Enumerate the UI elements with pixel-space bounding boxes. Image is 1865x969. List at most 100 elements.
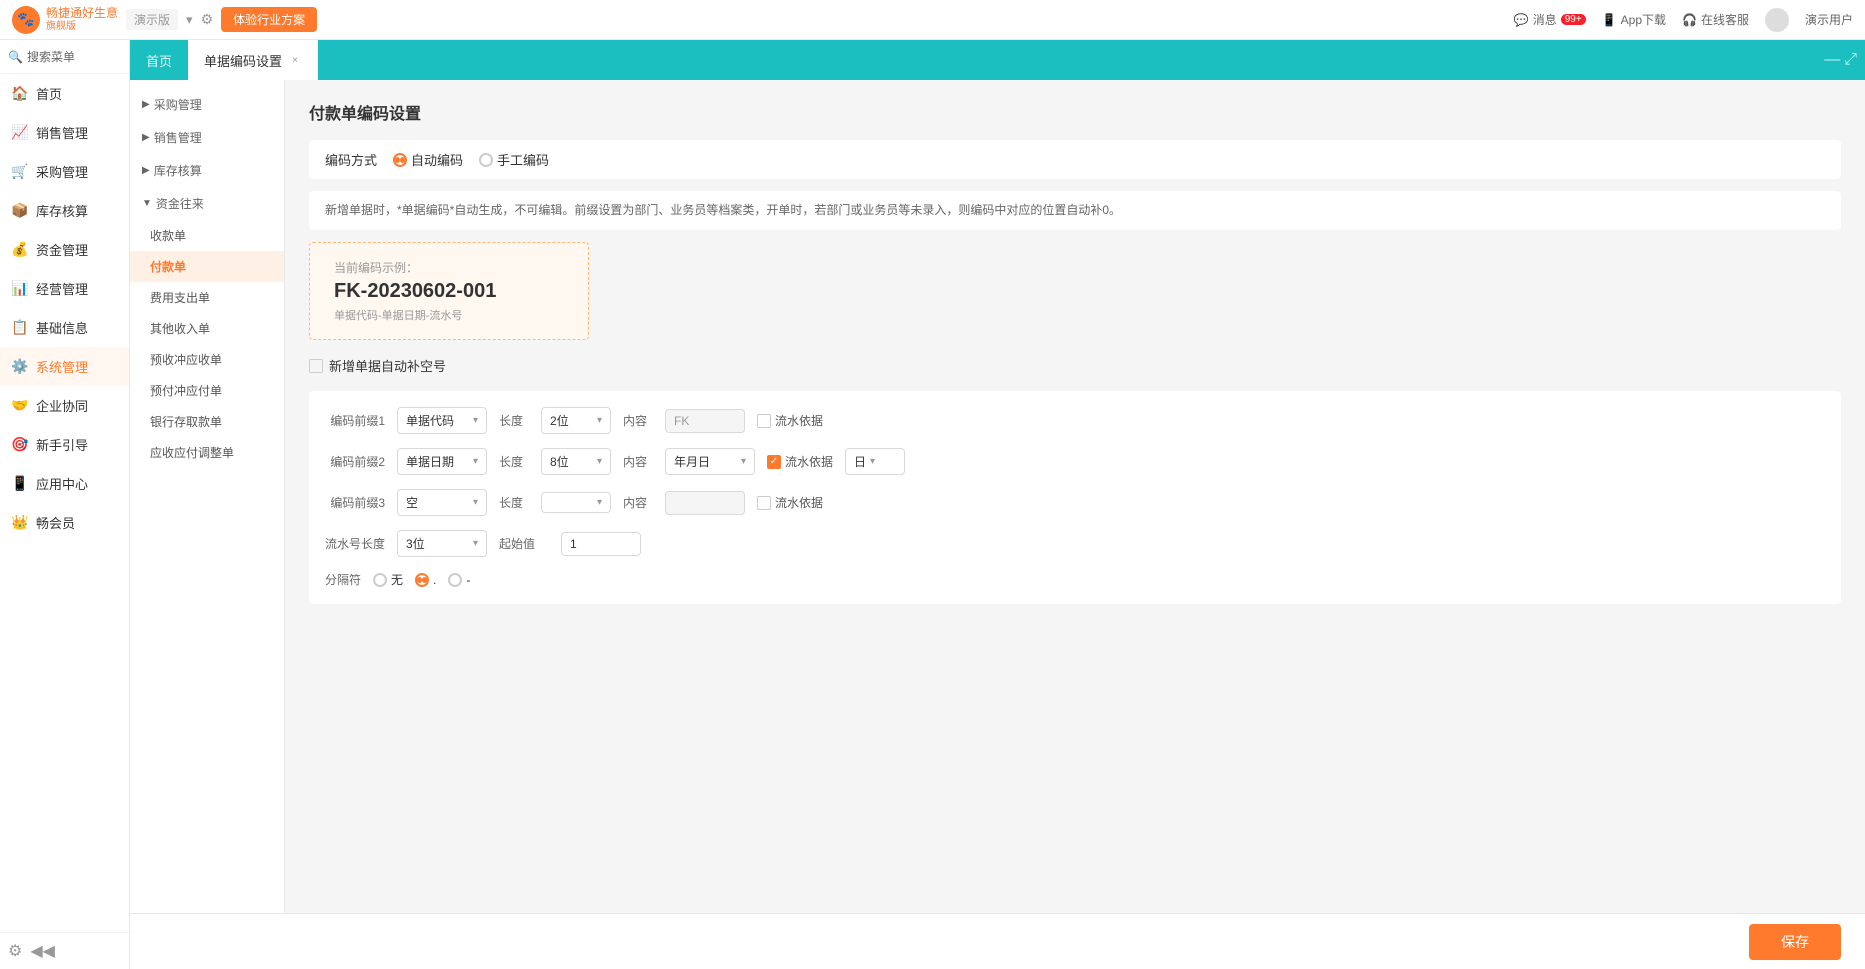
avatar[interactable]: [1765, 8, 1789, 32]
sidebar-item-basic[interactable]: 📋 基础信息: [0, 308, 129, 347]
service-btn[interactable]: 🎧 在线客服: [1682, 11, 1749, 28]
auto-fill-row: 新增单据自动补空号: [309, 356, 1841, 375]
prefix2-length-label: 长度: [499, 453, 529, 470]
sub-group-funds-header[interactable]: ▼ 资金往来: [130, 187, 284, 220]
prefix2-period-select[interactable]: 日 ▾: [845, 448, 905, 475]
sidebar-item-operation[interactable]: 📊 经营管理: [0, 269, 129, 308]
app-icon: 📱: [1602, 13, 1617, 27]
encoding-method-row: 编码方式 自动编码 手工编码: [309, 140, 1841, 179]
sub-item-receipt[interactable]: 收款单: [130, 220, 284, 251]
user-name[interactable]: 演示用户: [1805, 11, 1853, 28]
sidebar-item-guide[interactable]: 🎯 新手引导: [0, 425, 129, 464]
save-button[interactable]: 保存: [1749, 924, 1841, 960]
sub-item-ap-adjustment[interactable]: 应收应付调整单: [130, 437, 284, 468]
tab-encoding[interactable]: 单据编码设置 ×: [188, 40, 318, 80]
separator-dash-radio: [448, 573, 462, 587]
sidebar-bottom: ⚙ ◀◀: [0, 932, 129, 969]
sub-item-other-income[interactable]: 其他收入单: [130, 313, 284, 344]
auto-encode-radio[interactable]: 自动编码: [393, 150, 463, 169]
prefix3-length-select[interactable]: ▾: [541, 492, 611, 513]
sub-group-inventory-header[interactable]: ▶ 库存核算: [130, 154, 284, 187]
page-title: 付款单编码设置: [309, 100, 1841, 124]
arrow-right-icon2: ▶: [142, 132, 150, 143]
sub-item-bank-deposit[interactable]: 银行存取款单: [130, 406, 284, 437]
search-icon: 🔍: [8, 50, 23, 64]
sub-sidebar: ▶ 采购管理 ▶ 销售管理 ▶ 库存核算: [130, 80, 285, 913]
sidebar-item-member[interactable]: 👑 畅会员: [0, 503, 129, 542]
sidebar-item-apps[interactable]: 📱 应用中心: [0, 464, 129, 503]
prefix3-select[interactable]: 空 ▾: [397, 489, 487, 516]
auto-fill-checkbox[interactable]: [309, 359, 323, 373]
message-btn[interactable]: 💬 消息 99+: [1514, 11, 1586, 28]
code-preview-label: 当前编码示例：: [334, 259, 564, 276]
sidebar-item-enterprise[interactable]: 🤝 企业协同: [0, 386, 129, 425]
prefix1-content-input[interactable]: [665, 409, 745, 433]
tab-minimize-icon[interactable]: —: [1824, 51, 1840, 69]
prefix1-length-label: 长度: [499, 412, 529, 429]
sub-group-purchase-header[interactable]: ▶ 采购管理: [130, 88, 284, 121]
sub-item-payment[interactable]: 付款单: [130, 251, 284, 282]
code-preview-desc: 单据代码-单据日期-流水号: [334, 307, 564, 323]
basic-icon: 📋: [12, 320, 28, 336]
prefix3-label: 编码前缀3: [325, 494, 385, 511]
prefix3-select-arrow: ▾: [473, 497, 478, 508]
prefix3-length-arrow: ▾: [597, 497, 602, 508]
separator-none-option[interactable]: 无: [373, 571, 403, 588]
manual-encode-radio[interactable]: 手工编码: [479, 150, 549, 169]
sidebar-item-sales[interactable]: 📈 销售管理: [0, 113, 129, 152]
encoding-method-label: 编码方式: [325, 150, 377, 169]
prefix2-select[interactable]: 单据日期 ▾: [397, 448, 487, 475]
prefix1-select-arrow: ▾: [473, 415, 478, 426]
code-preview: 当前编码示例： FK-20230602-001 单据代码-单据日期-流水号: [309, 242, 589, 340]
prefix2-content-select[interactable]: 年月日 ▾: [665, 448, 755, 475]
logo: 🐾 畅捷通好生意 旗舰版: [12, 6, 118, 34]
tab-maximize-icon[interactable]: ⤢: [1844, 51, 1857, 69]
sidebar-item-inventory[interactable]: 📦 库存核算: [0, 191, 129, 230]
search-menu-btn[interactable]: 🔍 搜索菜单: [0, 40, 129, 74]
prefix1-serial-checkbox[interactable]: 流水依据: [757, 412, 823, 429]
industry-btn[interactable]: 体验行业方案: [221, 7, 317, 32]
prefix2-content-label: 内容: [623, 453, 653, 470]
arrow-down-icon: ▼: [142, 198, 152, 209]
topbar-left: 🐾 畅捷通好生意 旗舰版 演示版 ▾ ⚙ 体验行业方案: [12, 6, 317, 34]
sub-item-prepay-payable[interactable]: 预付冲应付单: [130, 375, 284, 406]
sub-group-sales: ▶ 销售管理: [130, 121, 284, 154]
serial-start-input[interactable]: [561, 532, 641, 556]
prefix2-label: 编码前缀2: [325, 453, 385, 470]
separator-dash-option[interactable]: -: [448, 573, 470, 587]
prefix2-serial-checkbox-box: ✓: [767, 455, 781, 469]
service-icon: 🎧: [1682, 13, 1697, 27]
prefix2-content-arrow: ▾: [741, 456, 746, 467]
collapse-icon[interactable]: ◀◀: [30, 941, 55, 961]
settings-icon[interactable]: ⚙: [201, 11, 214, 28]
prefix1-length-select[interactable]: 2位 ▾: [541, 407, 611, 434]
sub-group-inventory: ▶ 库存核算: [130, 154, 284, 187]
sidebar-item-home[interactable]: 🏠 首页: [0, 74, 129, 113]
company-selector[interactable]: 演示版: [126, 9, 178, 30]
prefix3-content-input[interactable]: [665, 491, 745, 515]
separator-dot-option[interactable]: .: [415, 573, 436, 587]
prefix1-row: 编码前缀1 单据代码 ▾ 长度 2位 ▾ 内容: [325, 407, 1825, 434]
prefix2-length-arrow: ▾: [597, 456, 602, 467]
prefix2-serial-checkbox[interactable]: ✓ 流水依据: [767, 453, 833, 470]
tab-close-encoding[interactable]: ×: [288, 53, 302, 67]
sub-item-prepay-receivable[interactable]: 预收冲应收单: [130, 344, 284, 375]
prefix3-serial-checkbox[interactable]: 流水依据: [757, 494, 823, 511]
operation-icon: 📊: [12, 281, 28, 297]
serial-length-label: 流水号长度: [325, 535, 385, 552]
sidebar-item-system[interactable]: ⚙️ 系统管理: [0, 347, 129, 386]
arrow-right-icon3: ▶: [142, 165, 150, 176]
system-icon: ⚙️: [12, 359, 28, 375]
sub-group-sales-header[interactable]: ▶ 销售管理: [130, 121, 284, 154]
form-area: 付款单编码设置 编码方式 自动编码 手工编码: [285, 80, 1865, 913]
settings-bottom-icon[interactable]: ⚙: [8, 941, 22, 961]
sidebar-item-finance[interactable]: 💰 资金管理: [0, 230, 129, 269]
sidebar-item-purchase[interactable]: 🛒 采购管理: [0, 152, 129, 191]
serial-length-select[interactable]: 3位 ▾: [397, 530, 487, 557]
tab-home[interactable]: 首页: [130, 40, 188, 80]
sub-item-expense[interactable]: 费用支出单: [130, 282, 284, 313]
prefix1-select[interactable]: 单据代码 ▾: [397, 407, 487, 434]
dropdown-icon[interactable]: ▾: [186, 12, 193, 28]
prefix2-length-select[interactable]: 8位 ▾: [541, 448, 611, 475]
app-download-btn[interactable]: 📱 App下载: [1602, 11, 1666, 28]
